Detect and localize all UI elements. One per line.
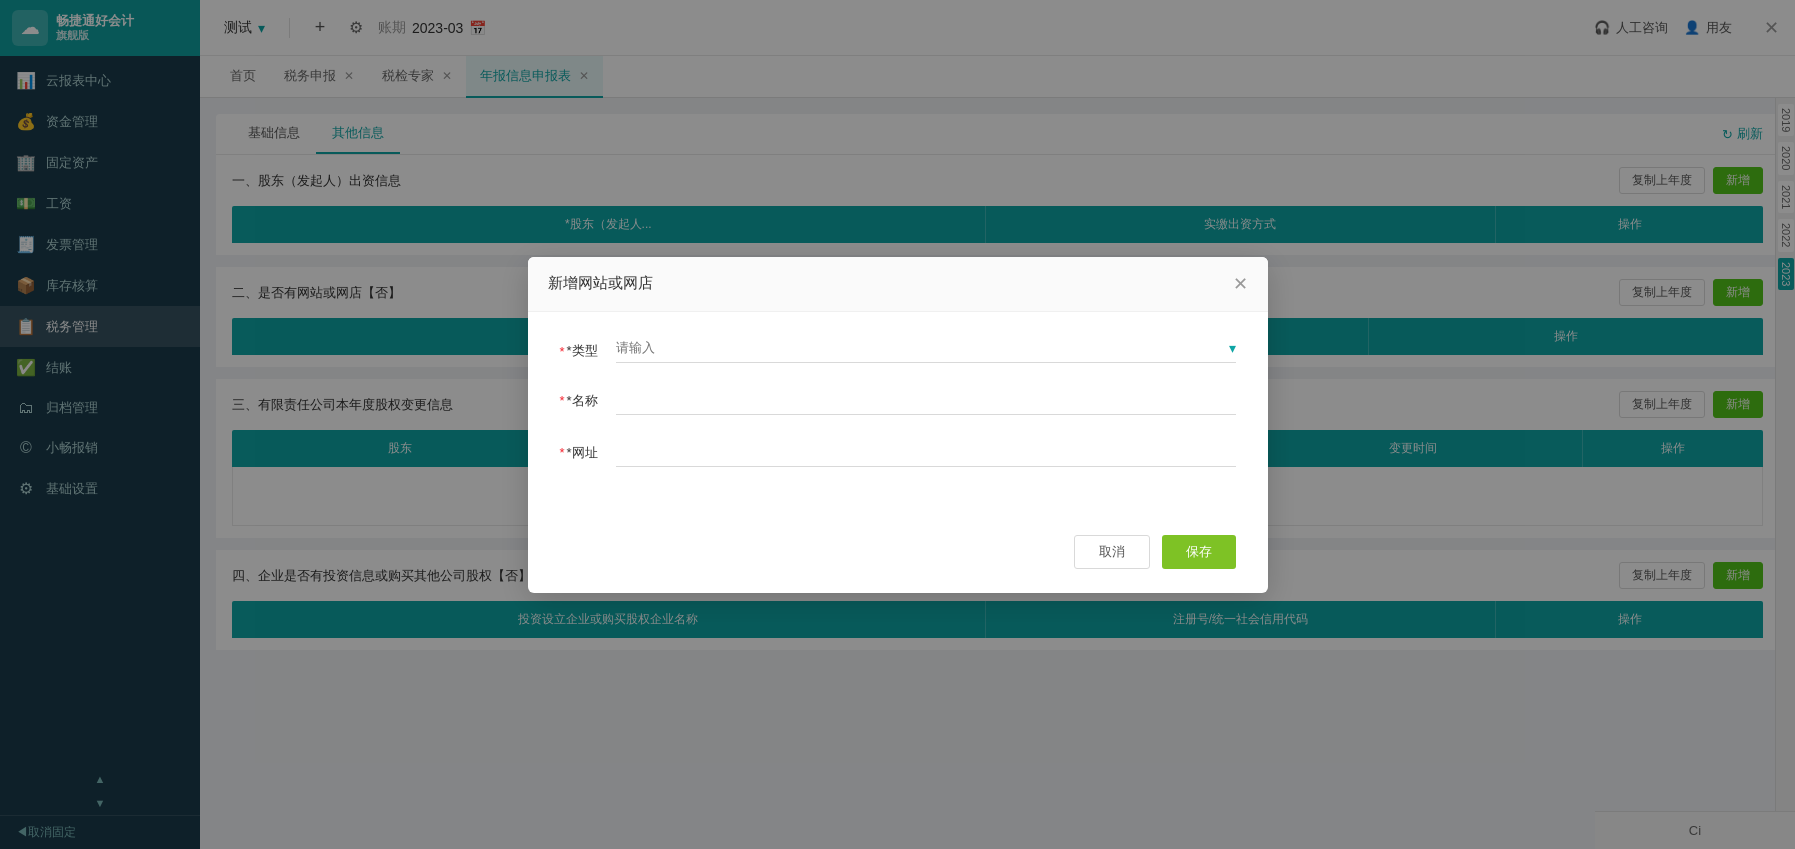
form-field-url: **网址 <box>560 439 1236 467</box>
dialog-body: **类型 ▾ **名称 <box>528 312 1268 519</box>
name-input[interactable] <box>616 387 1236 415</box>
type-select-container: ▾ <box>616 340 1236 363</box>
form-field-type: **类型 ▾ <box>560 340 1236 363</box>
form-field-name: **名称 <box>560 387 1236 415</box>
add-website-dialog: 新增网站或网店 ✕ **类型 ▾ <box>528 257 1268 593</box>
type-label: **类型 <box>560 342 608 360</box>
url-label: **网址 <box>560 444 608 462</box>
dialog-close-button[interactable]: ✕ <box>1233 273 1248 295</box>
url-input[interactable] <box>616 439 1236 467</box>
type-row: **类型 ▾ <box>560 340 1236 363</box>
dialog-title: 新增网站或网店 <box>548 274 653 293</box>
type-chevron-icon[interactable]: ▾ <box>1229 340 1236 356</box>
name-label: **名称 <box>560 392 608 410</box>
type-select-input[interactable] <box>616 340 1221 355</box>
dialog-footer: 取消 保存 <box>528 519 1268 593</box>
cancel-button[interactable]: 取消 <box>1074 535 1150 569</box>
dialog-header: 新增网站或网店 ✕ <box>528 257 1268 312</box>
save-button[interactable]: 保存 <box>1162 535 1236 569</box>
url-row: **网址 <box>560 439 1236 467</box>
dialog-overlay: 新增网站或网店 ✕ **类型 ▾ <box>0 0 1795 849</box>
name-row: **名称 <box>560 387 1236 415</box>
